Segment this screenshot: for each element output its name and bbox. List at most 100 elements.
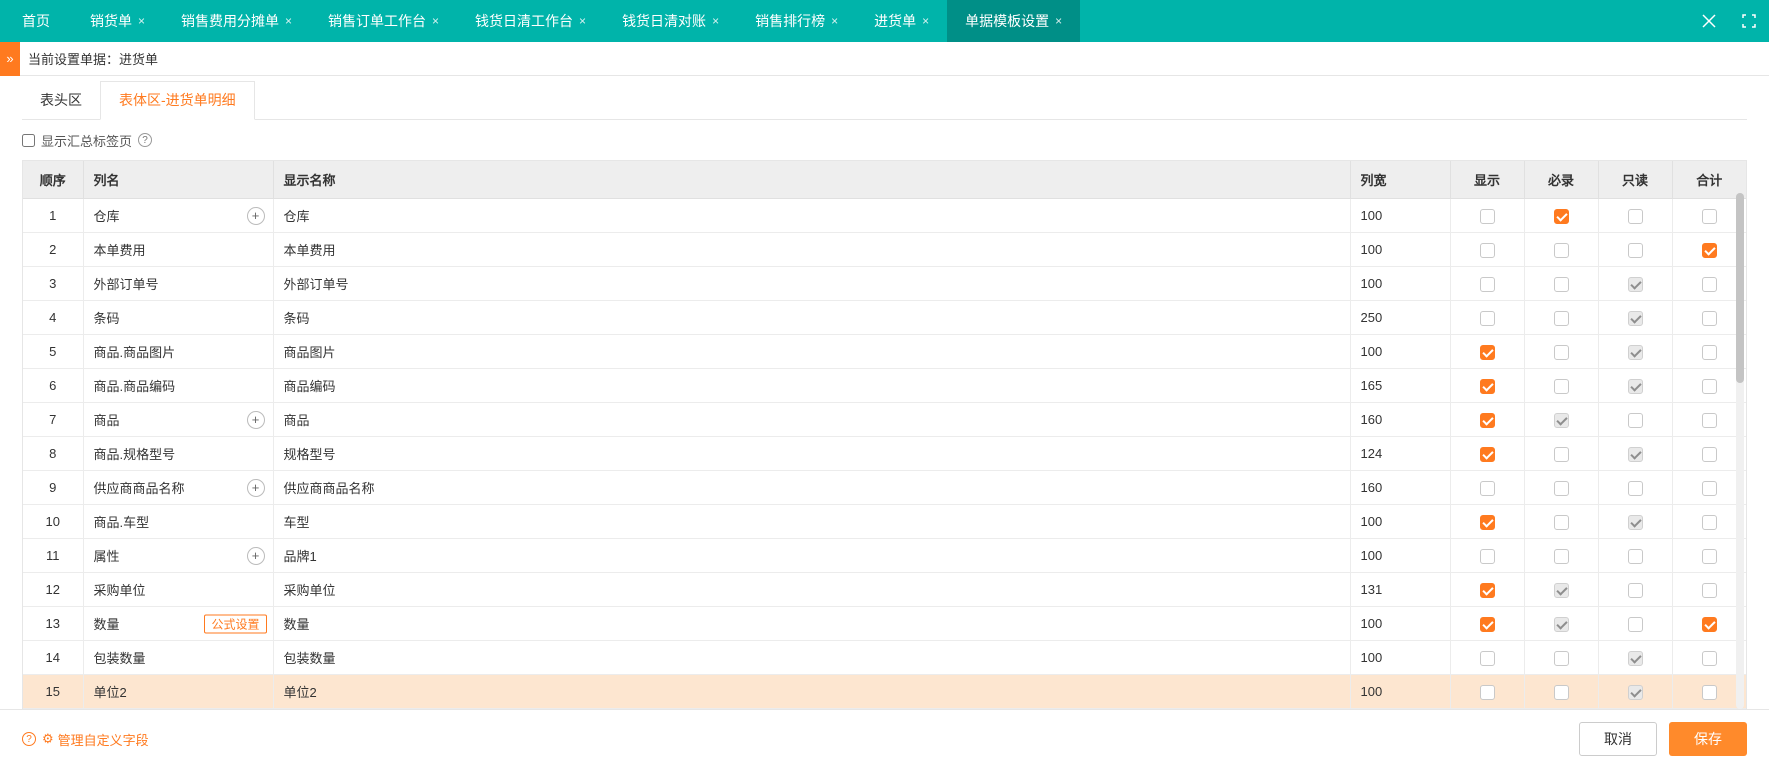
- checkbox[interactable]: [1554, 311, 1569, 326]
- cell-width[interactable]: 131: [1350, 573, 1450, 607]
- close-tab-icon[interactable]: ×: [432, 14, 439, 28]
- close-tab-icon[interactable]: ×: [1055, 14, 1062, 28]
- checkbox[interactable]: [1554, 685, 1569, 700]
- help-icon[interactable]: ?: [138, 133, 152, 147]
- table-row[interactable]: 5商品.商品图片商品图片100: [23, 335, 1746, 369]
- footer-help-icon[interactable]: ?: [22, 732, 36, 746]
- checkbox[interactable]: [1480, 447, 1495, 462]
- checkbox[interactable]: [1554, 243, 1569, 258]
- cell-width[interactable]: 100: [1350, 233, 1450, 267]
- table-row[interactable]: 6商品.商品编码商品编码165: [23, 369, 1746, 403]
- close-tab-icon[interactable]: ×: [138, 14, 145, 28]
- cell-display-name[interactable]: 本单费用: [273, 233, 1350, 267]
- add-sub-column-button[interactable]: +: [247, 207, 265, 225]
- cell-display-name[interactable]: 数量: [273, 607, 1350, 641]
- top-tab[interactable]: 销售排行榜×: [737, 0, 856, 42]
- checkbox[interactable]: [1480, 243, 1495, 258]
- checkbox[interactable]: [1480, 515, 1495, 530]
- table-row[interactable]: 9供应商商品名称+供应商商品名称160: [23, 471, 1746, 505]
- checkbox[interactable]: [1702, 413, 1717, 428]
- table-row[interactable]: 12采购单位采购单位131: [23, 573, 1746, 607]
- summary-tab-checkbox[interactable]: [22, 134, 35, 147]
- checkbox[interactable]: [1702, 549, 1717, 564]
- checkbox[interactable]: [1480, 685, 1495, 700]
- cell-display-name[interactable]: 包装数量: [273, 641, 1350, 675]
- cell-width[interactable]: 100: [1350, 539, 1450, 573]
- close-tab-icon[interactable]: ×: [285, 14, 292, 28]
- close-all-tabs-button[interactable]: [1689, 0, 1729, 42]
- table-row[interactable]: 13数量公式设置数量100: [23, 607, 1746, 641]
- checkbox[interactable]: [1554, 277, 1569, 292]
- checkbox[interactable]: [1702, 583, 1717, 598]
- top-tab[interactable]: 首页: [0, 0, 72, 42]
- close-tab-icon[interactable]: ×: [712, 14, 719, 28]
- save-button[interactable]: 保存: [1669, 722, 1747, 756]
- checkbox[interactable]: [1554, 515, 1569, 530]
- table-row[interactable]: 8商品.规格型号规格型号124: [23, 437, 1746, 471]
- checkbox[interactable]: [1628, 617, 1643, 632]
- cancel-button[interactable]: 取消: [1579, 722, 1657, 756]
- checkbox[interactable]: [1628, 209, 1643, 224]
- checkbox[interactable]: [1628, 413, 1643, 428]
- checkbox[interactable]: [1554, 379, 1569, 394]
- scrollbar-thumb[interactable]: [1736, 193, 1744, 383]
- cell-width[interactable]: 100: [1350, 267, 1450, 301]
- checkbox[interactable]: [1702, 277, 1717, 292]
- checkbox[interactable]: [1554, 447, 1569, 462]
- checkbox[interactable]: [1554, 549, 1569, 564]
- checkbox[interactable]: [1702, 515, 1717, 530]
- table-row[interactable]: 15单位2单位2100: [23, 675, 1746, 709]
- cell-width[interactable]: 160: [1350, 471, 1450, 505]
- cell-width[interactable]: 100: [1350, 505, 1450, 539]
- checkbox[interactable]: [1480, 277, 1495, 292]
- expand-sidebar-icon[interactable]: »: [0, 42, 20, 76]
- top-tab[interactable]: 进货单×: [856, 0, 947, 42]
- cell-display-name[interactable]: 外部订单号: [273, 267, 1350, 301]
- formula-settings-button[interactable]: 公式设置: [204, 614, 266, 633]
- cell-display-name[interactable]: 条码: [273, 301, 1350, 335]
- checkbox[interactable]: [1480, 549, 1495, 564]
- table-row[interactable]: 4条码条码250: [23, 301, 1746, 335]
- cell-width[interactable]: 124: [1350, 437, 1450, 471]
- checkbox[interactable]: [1702, 617, 1717, 632]
- table-row[interactable]: 14包装数量包装数量100: [23, 641, 1746, 675]
- checkbox[interactable]: [1702, 243, 1717, 258]
- cell-display-name[interactable]: 车型: [273, 505, 1350, 539]
- cell-width[interactable]: 165: [1350, 369, 1450, 403]
- checkbox[interactable]: [1628, 583, 1643, 598]
- checkbox[interactable]: [1628, 481, 1643, 496]
- add-sub-column-button[interactable]: +: [247, 411, 265, 429]
- top-tab[interactable]: 销货单×: [72, 0, 163, 42]
- checkbox[interactable]: [1480, 209, 1495, 224]
- table-row[interactable]: 10商品.车型车型100: [23, 505, 1746, 539]
- checkbox[interactable]: [1628, 243, 1643, 258]
- top-tab[interactable]: 单据模板设置×: [947, 0, 1080, 42]
- close-tab-icon[interactable]: ×: [579, 14, 586, 28]
- checkbox[interactable]: [1480, 617, 1495, 632]
- cell-display-name[interactable]: 商品编码: [273, 369, 1350, 403]
- cell-display-name[interactable]: 商品: [273, 403, 1350, 437]
- top-tab[interactable]: 钱货日清工作台×: [457, 0, 604, 42]
- checkbox[interactable]: [1554, 209, 1569, 224]
- cell-display-name[interactable]: 仓库: [273, 199, 1350, 233]
- cell-display-name[interactable]: 供应商商品名称: [273, 471, 1350, 505]
- close-tab-icon[interactable]: ×: [922, 14, 929, 28]
- table-row[interactable]: 1仓库+仓库100: [23, 199, 1746, 233]
- checkbox[interactable]: [1480, 379, 1495, 394]
- checkbox[interactable]: [1702, 685, 1717, 700]
- cell-display-name[interactable]: 采购单位: [273, 573, 1350, 607]
- section-subtab[interactable]: 表体区-进货单明细: [100, 81, 255, 120]
- checkbox[interactable]: [1480, 311, 1495, 326]
- manage-custom-fields-link[interactable]: 管理自定义字段: [58, 730, 149, 749]
- checkbox[interactable]: [1480, 345, 1495, 360]
- checkbox[interactable]: [1480, 413, 1495, 428]
- checkbox[interactable]: [1702, 345, 1717, 360]
- checkbox[interactable]: [1702, 651, 1717, 666]
- top-tab[interactable]: 销售订单工作台×: [310, 0, 457, 42]
- top-tab[interactable]: 销售费用分摊单×: [163, 0, 310, 42]
- checkbox[interactable]: [1702, 379, 1717, 394]
- checkbox[interactable]: [1480, 651, 1495, 666]
- fullscreen-button[interactable]: [1729, 0, 1769, 42]
- checkbox[interactable]: [1702, 447, 1717, 462]
- cell-display-name[interactable]: 品牌1: [273, 539, 1350, 573]
